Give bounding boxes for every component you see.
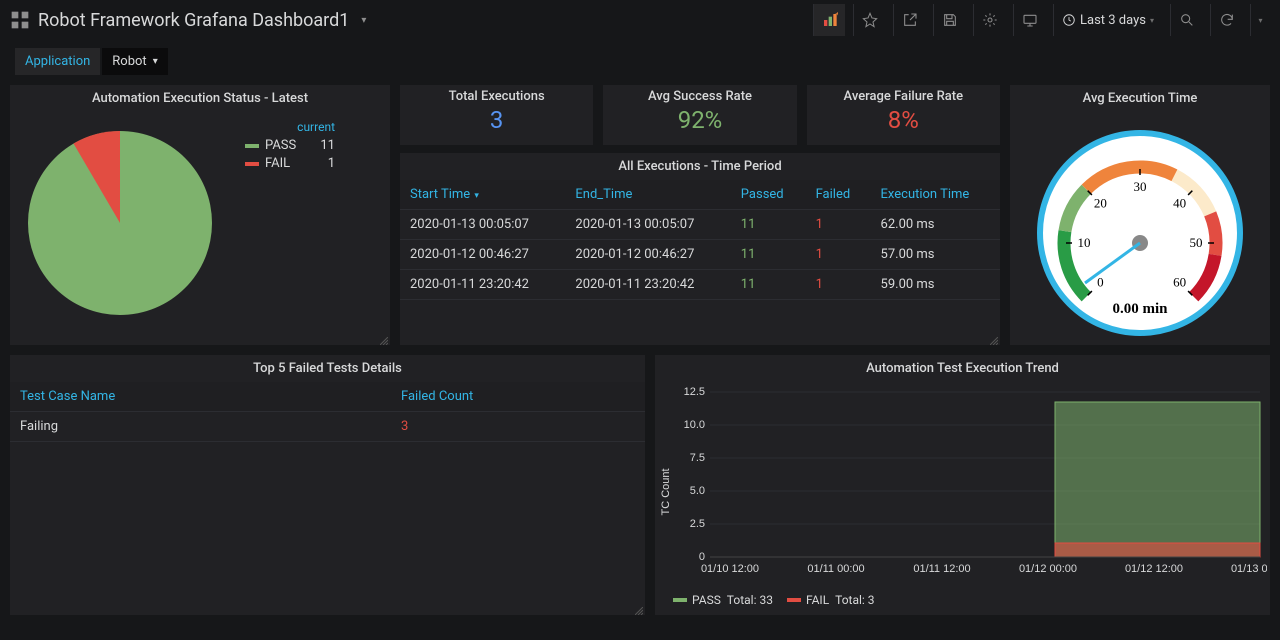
svg-text:40: 40 bbox=[1173, 195, 1186, 210]
svg-text:10.0: 10.0 bbox=[684, 419, 705, 431]
svg-text:01/12 00:00: 01/12 00:00 bbox=[1019, 563, 1077, 575]
svg-text:01/10 12:00: 01/10 12:00 bbox=[701, 563, 759, 575]
title-dropdown-icon[interactable]: ▾ bbox=[361, 15, 366, 26]
settings-button[interactable] bbox=[973, 4, 1005, 36]
panel-title: Avg Execution Time bbox=[1010, 85, 1270, 112]
pass-color-icon bbox=[673, 598, 687, 602]
pass-color-icon bbox=[245, 144, 259, 148]
variable-value: Robot bbox=[112, 54, 146, 69]
trend-legend: PASS Total: 33 FAIL Total: 3 bbox=[655, 591, 1270, 607]
svg-text:0: 0 bbox=[699, 551, 705, 563]
svg-text:01/13 00:00: 01/13 00:00 bbox=[1231, 563, 1267, 575]
col-exec-time[interactable]: Execution Time bbox=[871, 180, 1000, 210]
gauge-chart: 0 10 20 30 40 50 60 0.00 min bbox=[1030, 118, 1250, 338]
resize-handle-icon[interactable] bbox=[990, 337, 998, 345]
stat-value: 3 bbox=[400, 106, 593, 134]
panel-failure-rate[interactable]: Average Failure Rate 8% bbox=[807, 85, 1000, 145]
panel-title: Top 5 Failed Tests Details bbox=[10, 355, 645, 382]
legend-header: current bbox=[245, 120, 335, 134]
panel-trend[interactable]: Automation Test Execution Trend 0 2.5 5.0 7… bbox=[655, 355, 1270, 615]
panel-gauge[interactable]: Avg Execution Time 0 10 20 30 40 50 60 0.00 mi… bbox=[1010, 85, 1270, 345]
table-row[interactable]: Failing3 bbox=[10, 412, 645, 442]
resize-handle-icon[interactable] bbox=[380, 337, 388, 345]
col-failed-count[interactable]: Failed Count bbox=[391, 382, 645, 412]
pie-legend: current PASS 11 FAIL 1 bbox=[245, 120, 335, 174]
panel-failed-tests[interactable]: Top 5 Failed Tests Details Test Case Nam… bbox=[10, 355, 645, 615]
col-end-time[interactable]: End_Time bbox=[565, 180, 730, 210]
chevron-down-icon: ▾ bbox=[153, 56, 158, 67]
col-start-time[interactable]: Start Time ▾ bbox=[400, 180, 565, 210]
svg-text:0: 0 bbox=[1097, 275, 1104, 290]
variable-label: Application bbox=[15, 48, 100, 75]
fail-color-icon bbox=[787, 598, 801, 602]
clock-icon bbox=[1062, 13, 1076, 27]
save-button[interactable] bbox=[933, 4, 965, 36]
svg-text:60: 60 bbox=[1173, 275, 1186, 290]
svg-text:01/11 00:00: 01/11 00:00 bbox=[807, 563, 864, 575]
col-failed[interactable]: Failed bbox=[806, 180, 871, 210]
pie-chart bbox=[20, 118, 220, 318]
svg-text:12.5: 12.5 bbox=[684, 386, 705, 398]
panel-total-executions[interactable]: Total Executions 3 bbox=[400, 85, 593, 145]
svg-text:0.00 min: 0.00 min bbox=[1112, 301, 1168, 317]
svg-text:+: + bbox=[835, 12, 838, 17]
time-range-label: Last 3 days bbox=[1080, 13, 1146, 28]
table-header-row: Start Time ▾ End_Time Passed Failed Exec… bbox=[400, 180, 1000, 210]
svg-text:TC Count: TC Count bbox=[660, 468, 672, 515]
panel-title: Automation Test Execution Trend bbox=[655, 355, 1270, 382]
trend-chart: 0 2.5 5.0 7.5 10.0 12.5 TC Count 01/10 12:00 0… bbox=[655, 382, 1267, 587]
table-row[interactable]: 2020-01-11 23:20:422020-01-11 23:20:4211… bbox=[400, 270, 1000, 300]
variables-row: Application Robot ▾ bbox=[0, 40, 1280, 85]
table-row[interactable]: 2020-01-12 00:46:272020-01-12 00:46:2711… bbox=[400, 240, 1000, 270]
refresh-button[interactable] bbox=[1210, 4, 1242, 36]
panel-executions-table[interactable]: All Executions - Time Period Start Time … bbox=[400, 153, 1000, 345]
svg-text:20: 20 bbox=[1094, 195, 1107, 210]
star-button[interactable] bbox=[853, 4, 885, 36]
panel-pie[interactable]: Automation Execution Status - Latest cur… bbox=[10, 85, 390, 345]
add-panel-button[interactable]: + bbox=[813, 4, 845, 36]
svg-text:10: 10 bbox=[1078, 235, 1091, 250]
resize-handle-icon[interactable] bbox=[635, 607, 643, 615]
col-passed[interactable]: Passed bbox=[731, 180, 806, 210]
panel-title: All Executions - Time Period bbox=[400, 153, 1000, 180]
time-range-picker[interactable]: Last 3 days ▾ bbox=[1053, 4, 1162, 36]
variable-dropdown[interactable]: Robot ▾ bbox=[102, 48, 167, 75]
panel-title: Avg Success Rate bbox=[603, 85, 796, 106]
svg-text:01/11 12:00: 01/11 12:00 bbox=[913, 563, 970, 575]
share-button[interactable] bbox=[893, 4, 925, 36]
svg-text:2.5: 2.5 bbox=[690, 518, 705, 530]
svg-text:50: 50 bbox=[1190, 235, 1203, 250]
refresh-interval-button[interactable]: ▾ bbox=[1250, 4, 1270, 36]
legend-pass[interactable]: PASS 11 bbox=[245, 138, 335, 153]
panel-success-rate[interactable]: Avg Success Rate 92% bbox=[603, 85, 796, 145]
failed-table: Test Case Name Failed Count Failing3 bbox=[10, 382, 645, 442]
sort-desc-icon: ▾ bbox=[472, 191, 479, 201]
topbar: Robot Framework Grafana Dashboard1 ▾ + L… bbox=[0, 0, 1280, 40]
tv-mode-button[interactable] bbox=[1013, 4, 1045, 36]
fail-color-icon bbox=[245, 162, 259, 166]
panel-title: Average Failure Rate bbox=[807, 85, 1000, 106]
legend-fail[interactable]: FAIL Total: 3 bbox=[787, 593, 875, 607]
panel-title: Total Executions bbox=[400, 85, 593, 106]
legend-pass[interactable]: PASS Total: 33 bbox=[673, 593, 773, 607]
panel-title: Automation Execution Status - Latest bbox=[10, 85, 390, 112]
executions-table: Start Time ▾ End_Time Passed Failed Exec… bbox=[400, 180, 1000, 300]
page-title[interactable]: Robot Framework Grafana Dashboard1 bbox=[38, 10, 349, 31]
svg-text:7.5: 7.5 bbox=[690, 452, 705, 464]
dashboard-grid-icon bbox=[10, 10, 30, 30]
stat-value: 8% bbox=[807, 106, 1000, 134]
svg-text:30: 30 bbox=[1134, 179, 1147, 194]
legend-fail[interactable]: FAIL 1 bbox=[245, 156, 335, 171]
svg-text:5.0: 5.0 bbox=[690, 485, 705, 497]
zoom-out-button[interactable] bbox=[1170, 4, 1202, 36]
svg-text:01/12 12:00: 01/12 12:00 bbox=[1125, 563, 1183, 575]
col-test-name[interactable]: Test Case Name bbox=[10, 382, 391, 412]
table-row[interactable]: 2020-01-13 00:05:072020-01-13 00:05:0711… bbox=[400, 210, 1000, 240]
stat-value: 92% bbox=[603, 106, 796, 134]
